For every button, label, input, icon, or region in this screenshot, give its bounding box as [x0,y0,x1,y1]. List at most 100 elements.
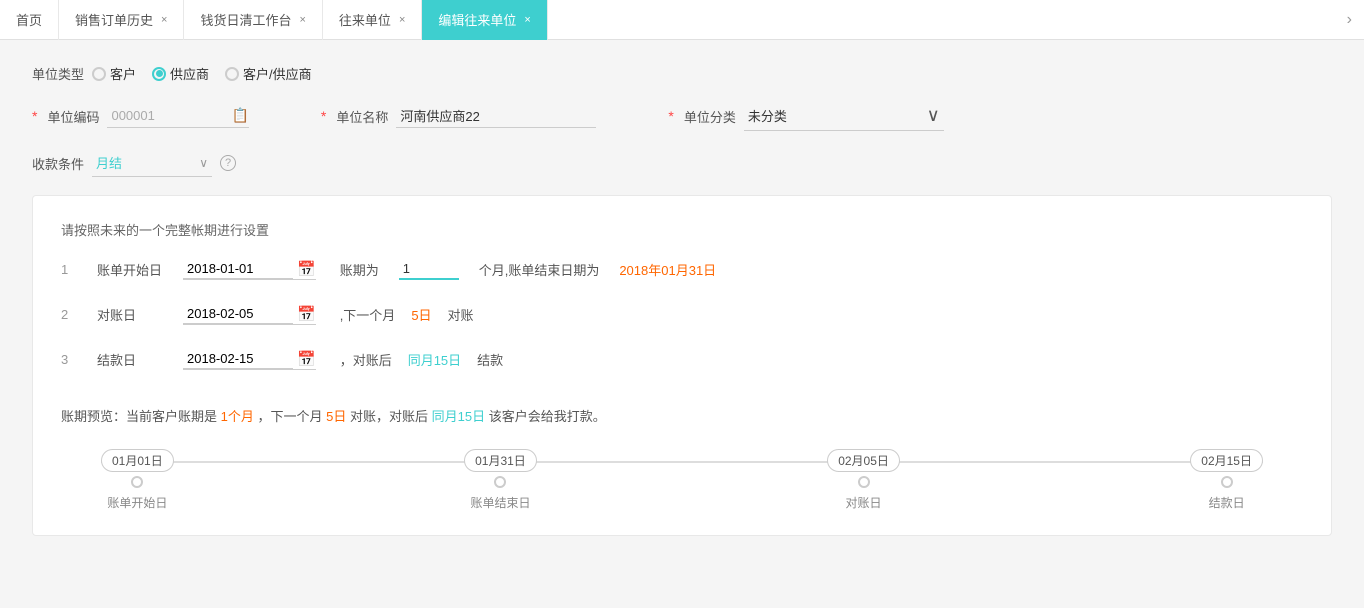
timeline-dot-2 [858,476,870,488]
tab-edit-partner-unit[interactable]: 编辑往来单位 × [422,0,547,40]
row-2-desc-prefix: ,下一个月 [340,305,396,324]
tab-partner-unit-close-icon[interactable]: × [399,14,405,26]
unit-name-input[interactable] [396,104,596,128]
timeline-dot-1 [494,476,506,488]
row-1-date-input-wrapper: 📅 [183,259,316,280]
payment-terms-value: 月结 [96,153,193,172]
unit-code-label: 单位编码 [47,107,99,126]
timeline-badge-0: 01月01日 [101,449,174,472]
radio-customer[interactable]: 客户 [92,64,136,83]
row-1-label: 账单开始日 [97,260,167,279]
preview-text: 账期预览：当前客户账期是 1个月 ，下一个月 5日 对账，对账后 同月15日 该… [61,394,1303,425]
timeline-dot-3 [1221,476,1233,488]
unit-type-label: 单位类型 [32,64,84,83]
timeline-node-0: 01月01日 账单开始日 [101,449,174,511]
unit-name-required-star: * [321,108,326,124]
tab-sales-order-label: 销售订单历史 [75,10,153,29]
unit-code-copy-icon[interactable]: 📋 [231,107,248,124]
preview-period: 1个月 [221,409,254,424]
payment-terms-chevron-icon: ∨ [199,156,208,170]
tab-edit-partner-unit-label: 编辑往来单位 [438,10,516,29]
unit-info-row: * 单位编码 📋 * 单位名称 * 单位分类 未分类 ∨ [32,101,1332,131]
unit-name-item: * 单位名称 [321,104,596,128]
radio-supplier-label: 供应商 [170,64,209,83]
unit-name-label: 单位名称 [336,107,388,126]
payment-terms-row: 收款条件 月结 ∨ ? [32,149,1332,177]
unit-code-input-wrapper: 📋 [107,104,248,128]
row-3-desc-highlight: 同月15日 [408,350,461,369]
radio-both-label: 客户/供应商 [243,64,312,83]
row-3-date-input[interactable] [183,349,293,369]
preview-payment: 同月15日 [432,409,485,424]
tab-partner-unit[interactable]: 往来单位 × [323,0,422,40]
settings-row-3: 3 结款日 📅 ，对账后 同月15日 结款 [61,349,1303,370]
timeline-badge-2: 02月05日 [827,449,900,472]
unit-category-label: 单位分类 [684,107,736,126]
preview-suffix: 该客户会给我打款。 [489,409,606,424]
payment-terms-select[interactable]: 月结 ∨ [92,149,212,177]
timeline-dot-0 [131,476,143,488]
payment-terms-help-icon[interactable]: ? [220,155,236,171]
settings-row-1: 1 账单开始日 📅 账期为 个月,账单结束日期为 2018年01月31日 [61,259,1303,280]
unit-category-value: 未分类 [748,106,927,125]
row-2-number: 2 [61,307,81,322]
row-1-number: 1 [61,262,81,277]
row-1-period-suffix: 个月,账单结束日期为 [479,260,600,279]
tab-sales-order-history[interactable]: 销售订单历史 × [59,0,184,40]
row-3-desc-prefix: ，对账后 [340,350,392,369]
radio-supplier[interactable]: 供应商 [152,64,209,83]
unit-type-form-item: 单位类型 客户 供应商 客户/供应商 [32,64,312,83]
unit-category-chevron-icon: ∨ [927,105,940,126]
tab-sales-order-close-icon[interactable]: × [161,14,167,26]
preview-reconcile: 5日 [326,409,346,424]
row-3-date-input-wrapper: 📅 [183,349,316,370]
row-1-calendar-icon[interactable]: 📅 [297,260,316,278]
unit-category-dropdown[interactable]: 未分类 ∨ [744,101,944,131]
unit-type-row: 单位类型 客户 供应商 客户/供应商 [32,64,1332,83]
row-2-label: 对账日 [97,305,167,324]
unit-type-radio-group: 客户 供应商 客户/供应商 [92,64,312,83]
row-1-date-input[interactable] [183,259,293,279]
row-2-calendar-icon[interactable]: 📅 [297,305,316,323]
row-2-date-input-wrapper: 📅 [183,304,316,325]
tab-cash-ledger-label: 钱货日清工作台 [200,10,291,29]
unit-category-required-star: * [668,108,673,124]
row-3-calendar-icon[interactable]: 📅 [297,350,316,368]
timeline-label-1: 账单结束日 [470,494,530,511]
timeline-label-0: 账单开始日 [107,494,167,511]
tab-partner-unit-label: 往来单位 [339,10,391,29]
tabs-bar: 首页 销售订单历史 × 钱货日清工作台 × 往来单位 × 编辑往来单位 × › [0,0,1364,40]
row-3-number: 3 [61,352,81,367]
tabs-more-button[interactable]: › [1335,11,1364,29]
timeline-nodes: 01月01日 账单开始日 01月31日 账单结束日 02月05日 对账日 02月… [101,449,1263,511]
tab-edit-partner-unit-close-icon[interactable]: × [524,14,530,26]
radio-customer-circle [92,67,106,81]
row-1-period-input[interactable] [399,259,459,280]
tab-cash-ledger-close-icon[interactable]: × [299,14,305,26]
row-2-desc-suffix: 对账 [448,305,474,324]
tab-home[interactable]: 首页 [0,0,59,40]
row-2-desc-highlight: 5日 [411,305,431,324]
preview-mid: ，下一个月 [258,409,323,424]
timeline-container: 01月01日 账单开始日 01月31日 账单结束日 02月05日 对账日 02月… [61,449,1303,511]
timeline-badge-3: 02月15日 [1190,449,1263,472]
row-1-period-prefix: 账期为 [340,260,379,279]
unit-code-input[interactable] [107,104,227,127]
radio-both[interactable]: 客户/供应商 [225,64,312,83]
row-3-desc-suffix: 结款 [477,350,503,369]
timeline-label-3: 结款日 [1209,494,1245,511]
radio-supplier-circle [152,67,166,81]
tab-cash-ledger[interactable]: 钱货日清工作台 × [184,0,322,40]
page-content: 单位类型 客户 供应商 客户/供应商 * 单位编码 [0,40,1364,608]
unit-category-item: * 单位分类 未分类 ∨ [668,101,943,131]
payment-terms-label: 收款条件 [32,154,84,173]
card-title: 请按照未来的一个完整帐期进行设置 [61,220,1303,239]
unit-code-item: * 单位编码 📋 [32,104,249,128]
timeline-label-2: 对账日 [846,494,882,511]
timeline-node-2: 02月05日 对账日 [827,449,900,511]
timeline-badge-1: 01月31日 [464,449,537,472]
timeline-node-3: 02月15日 结款日 [1190,449,1263,511]
row-2-date-input[interactable] [183,304,293,324]
preview-prefix: 账期预览：当前客户账期是 [61,409,217,424]
radio-customer-label: 客户 [110,64,136,83]
